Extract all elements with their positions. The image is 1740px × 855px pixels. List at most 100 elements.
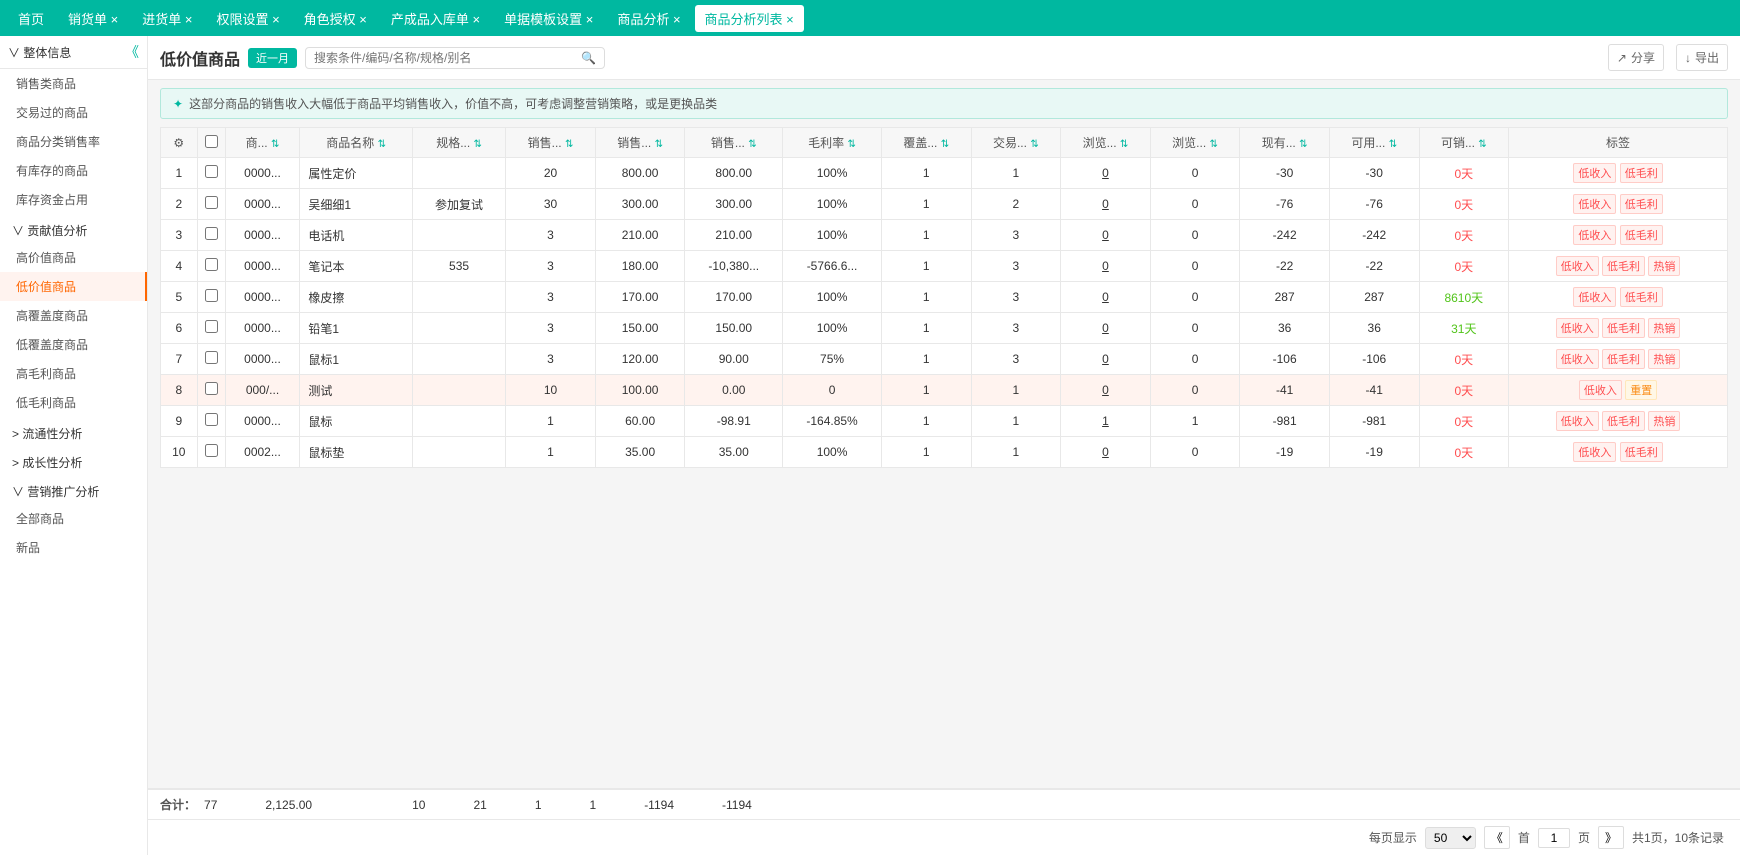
col-cost[interactable]: 销售... ⇅	[685, 128, 783, 158]
col-code[interactable]: 商... ⇅	[225, 128, 300, 158]
cell-checkbox[interactable]	[197, 220, 225, 251]
col-checkbox[interactable]	[197, 128, 225, 158]
col-spec[interactable]: 规格... ⇅	[412, 128, 505, 158]
cell-code: 0000...	[225, 282, 300, 313]
row-checkbox[interactable]	[205, 165, 218, 178]
col-name[interactable]: 商品名称 ⇅	[300, 128, 413, 158]
views1-link[interactable]: 0	[1102, 259, 1109, 273]
nav-roles[interactable]: 角色授权 ×	[294, 5, 377, 32]
cell-name: 电话机	[300, 220, 413, 251]
tag-低毛利: 低毛利	[1602, 349, 1645, 369]
cell-views1[interactable]: 0	[1061, 375, 1151, 406]
row-checkbox[interactable]	[205, 196, 218, 209]
cell-views1[interactable]: 0	[1061, 158, 1151, 189]
cell-checkbox[interactable]	[197, 189, 225, 220]
tag-低毛利: 低毛利	[1620, 225, 1663, 245]
cell-checkbox[interactable]	[197, 437, 225, 468]
export-button[interactable]: ↓ 导出	[1676, 44, 1728, 71]
nav-product-in[interactable]: 产成品入库单 ×	[381, 5, 490, 32]
row-checkbox[interactable]	[205, 382, 218, 395]
cell-checkbox[interactable]	[197, 251, 225, 282]
sidebar-item-sales-products[interactable]: 销售类商品	[0, 69, 147, 98]
sidebar-item-low-value[interactable]: 低价值商品	[0, 272, 147, 301]
cell-checkbox[interactable]	[197, 375, 225, 406]
sidebar-item-low-margin[interactable]: 低毛利商品	[0, 388, 147, 417]
col-saleable[interactable]: 可销... ⇅	[1419, 128, 1509, 158]
cell-checkbox[interactable]	[197, 344, 225, 375]
cell-amount: 35.00	[595, 437, 685, 468]
cell-views1[interactable]: 1	[1061, 406, 1151, 437]
views1-link[interactable]: 0	[1102, 383, 1109, 397]
cell-views1[interactable]: 0	[1061, 437, 1151, 468]
cell-checkbox[interactable]	[197, 313, 225, 344]
cell-views1[interactable]: 0	[1061, 313, 1151, 344]
sidebar-item-all-products[interactable]: 全部商品	[0, 504, 147, 533]
row-checkbox[interactable]	[205, 227, 218, 240]
col-qty[interactable]: 销售... ⇅	[506, 128, 596, 158]
row-checkbox[interactable]	[205, 289, 218, 302]
sidebar-item-category-rate[interactable]: 商品分类销售率	[0, 127, 147, 156]
current-page-input[interactable]	[1538, 828, 1570, 848]
col-views2[interactable]: 浏览... ⇅	[1150, 128, 1240, 158]
table-row: 2 0000... 吴细细1 参加复试 30 300.00 300.00 100…	[161, 189, 1728, 220]
nav-home[interactable]: 首页	[8, 5, 54, 32]
views1-link[interactable]: 0	[1102, 352, 1109, 366]
select-all-checkbox[interactable]	[205, 135, 218, 148]
sidebar-item-new-products[interactable]: 新品	[0, 533, 147, 562]
col-margin[interactable]: 毛利率 ⇅	[783, 128, 882, 158]
last-page-btn[interactable]: 》	[1598, 826, 1624, 849]
views1-link[interactable]: 0	[1102, 290, 1109, 304]
cell-views1[interactable]: 0	[1061, 282, 1151, 313]
first-page-btn[interactable]: 《	[1484, 826, 1510, 849]
col-settings[interactable]: ⚙	[161, 128, 198, 158]
row-checkbox[interactable]	[205, 351, 218, 364]
col-views1[interactable]: 浏览... ⇅	[1061, 128, 1151, 158]
col-available[interactable]: 可用... ⇅	[1329, 128, 1419, 158]
nav-template[interactable]: 单据模板设置 ×	[494, 5, 603, 32]
sidebar-item-traded[interactable]: 交易过的商品	[0, 98, 147, 127]
col-coverage[interactable]: 覆盖... ⇅	[881, 128, 971, 158]
views1-link[interactable]: 0	[1102, 321, 1109, 335]
search-icon[interactable]: 🔍	[581, 51, 596, 65]
row-checkbox[interactable]	[205, 258, 218, 271]
time-badge[interactable]: 近一月	[248, 48, 297, 68]
col-current[interactable]: 现有... ⇅	[1240, 128, 1330, 158]
sidebar-item-in-stock[interactable]: 有库存的商品	[0, 156, 147, 185]
cell-views1[interactable]: 0	[1061, 220, 1151, 251]
nav-sales[interactable]: 销货单 ×	[58, 5, 128, 32]
sidebar-item-high-value[interactable]: 高价值商品	[0, 243, 147, 272]
cell-views1[interactable]: 0	[1061, 189, 1151, 220]
sidebar-item-high-margin[interactable]: 高毛利商品	[0, 359, 147, 388]
col-amount[interactable]: 销售... ⇅	[595, 128, 685, 158]
sidebar-collapse-btn[interactable]: 《	[125, 42, 139, 62]
sidebar-item-high-coverage[interactable]: 高覆盖度商品	[0, 301, 147, 330]
cell-num: 9	[161, 406, 198, 437]
views1-link[interactable]: 1	[1102, 414, 1109, 428]
views1-link[interactable]: 0	[1102, 197, 1109, 211]
cell-views1[interactable]: 0	[1061, 344, 1151, 375]
views1-link[interactable]: 0	[1102, 166, 1109, 180]
cell-spec	[412, 282, 505, 313]
nav-product-analysis[interactable]: 商品分析 ×	[607, 5, 690, 32]
nav-permissions[interactable]: 权限设置 ×	[206, 5, 289, 32]
sidebar-group-growth[interactable]: > 成长性分析	[0, 446, 147, 475]
views1-link[interactable]: 0	[1102, 445, 1109, 459]
search-input[interactable]	[314, 51, 577, 65]
views1-link[interactable]: 0	[1102, 228, 1109, 242]
nav-product-list[interactable]: 商品分析列表 ×	[695, 5, 804, 32]
row-checkbox[interactable]	[205, 320, 218, 333]
cell-checkbox[interactable]	[197, 406, 225, 437]
tag-低毛利: 低毛利	[1602, 318, 1645, 338]
cell-checkbox[interactable]	[197, 282, 225, 313]
row-checkbox[interactable]	[205, 444, 218, 457]
cell-views1[interactable]: 0	[1061, 251, 1151, 282]
share-button[interactable]: ↗ 分享	[1608, 44, 1664, 71]
sidebar-group-circulation[interactable]: > 流通性分析	[0, 417, 147, 446]
cell-checkbox[interactable]	[197, 158, 225, 189]
sidebar-item-stock-capital[interactable]: 库存资金占用	[0, 185, 147, 214]
page-size-select[interactable]: 50 100 200	[1425, 827, 1476, 849]
row-checkbox[interactable]	[205, 413, 218, 426]
sidebar-item-low-coverage[interactable]: 低覆盖度商品	[0, 330, 147, 359]
col-trade[interactable]: 交易... ⇅	[971, 128, 1061, 158]
nav-purchase[interactable]: 进货单 ×	[132, 5, 202, 32]
